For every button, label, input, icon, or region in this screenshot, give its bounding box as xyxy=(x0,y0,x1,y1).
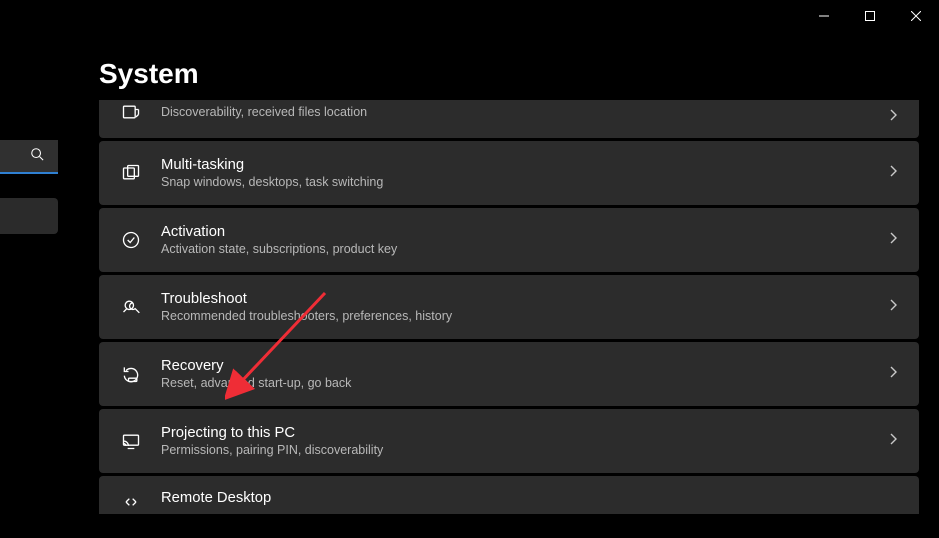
settings-list: Discoverability, received files location… xyxy=(99,100,919,514)
settings-item-desc: Discoverability, received files location xyxy=(161,105,367,119)
settings-item-title: Recovery xyxy=(161,358,351,374)
search-icon xyxy=(30,147,44,166)
search-input[interactable] xyxy=(0,140,58,174)
remote-desktop-icon xyxy=(119,490,143,514)
settings-item-desc: Snap windows, desktops, task switching xyxy=(161,175,383,189)
chevron-right-icon xyxy=(887,365,899,383)
page-title: System xyxy=(99,58,199,90)
chevron-right-icon xyxy=(887,298,899,316)
minimize-button[interactable] xyxy=(801,0,847,32)
sidebar-item-system[interactable] xyxy=(0,198,58,234)
settings-item-title: Multi-tasking xyxy=(161,157,383,173)
settings-item-title: Activation xyxy=(161,224,397,240)
activation-icon xyxy=(119,228,143,252)
projecting-icon xyxy=(119,429,143,453)
chevron-right-icon xyxy=(887,231,899,249)
share-icon xyxy=(119,100,143,124)
maximize-button[interactable] xyxy=(847,0,893,32)
settings-item-nearby-sharing[interactable]: Discoverability, received files location xyxy=(99,100,919,138)
titlebar xyxy=(801,0,939,32)
sidebar xyxy=(0,140,58,234)
chevron-right-icon xyxy=(887,432,899,450)
chevron-right-icon xyxy=(887,164,899,182)
recovery-icon xyxy=(119,362,143,386)
settings-item-title: Remote Desktop xyxy=(161,490,271,506)
settings-item-desc: Reset, advanced start-up, go back xyxy=(161,376,351,390)
settings-item-title: Troubleshoot xyxy=(161,291,452,307)
close-button[interactable] xyxy=(893,0,939,32)
settings-item-troubleshoot[interactable]: Troubleshoot Recommended troubleshooters… xyxy=(99,275,919,339)
chevron-right-icon xyxy=(887,108,899,126)
settings-item-desc: Recommended troubleshooters, preferences… xyxy=(161,309,452,323)
settings-item-activation[interactable]: Activation Activation state, subscriptio… xyxy=(99,208,919,272)
settings-item-projecting[interactable]: Projecting to this PC Permissions, pairi… xyxy=(99,409,919,473)
settings-item-multi-tasking[interactable]: Multi-tasking Snap windows, desktops, ta… xyxy=(99,141,919,205)
settings-item-recovery[interactable]: Recovery Reset, advanced start-up, go ba… xyxy=(99,342,919,406)
settings-item-desc: Activation state, subscriptions, product… xyxy=(161,242,397,256)
multi-tasking-icon xyxy=(119,161,143,185)
settings-item-remote-desktop[interactable]: Remote Desktop xyxy=(99,476,919,514)
settings-item-desc: Permissions, pairing PIN, discoverabilit… xyxy=(161,443,383,457)
settings-item-title: Projecting to this PC xyxy=(161,425,383,441)
troubleshoot-icon xyxy=(119,295,143,319)
